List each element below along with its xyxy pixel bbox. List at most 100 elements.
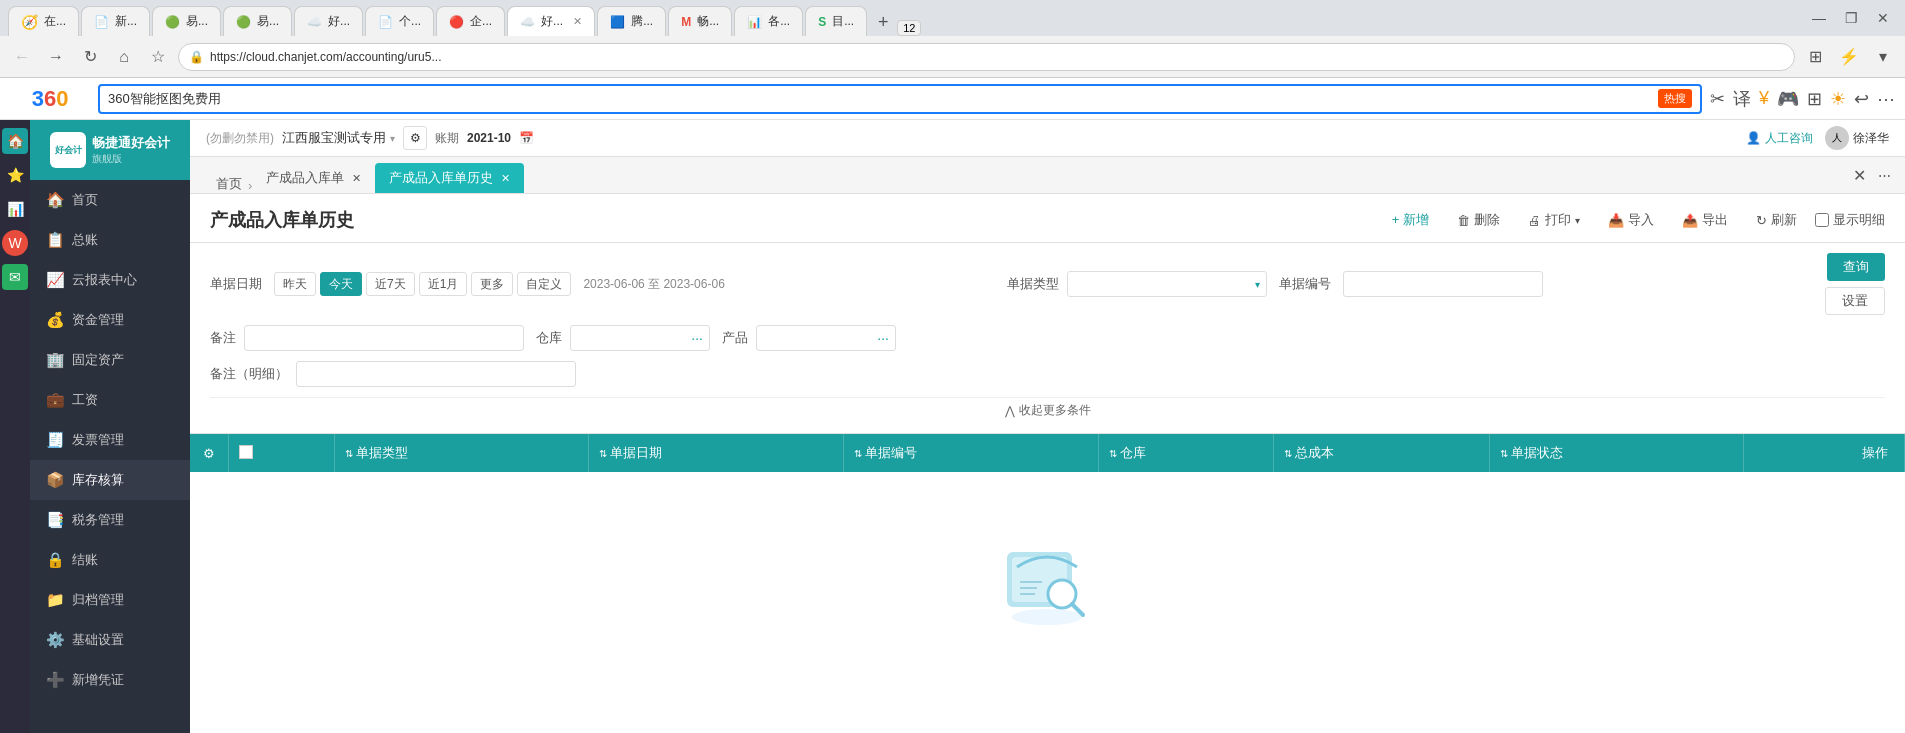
date-last-month-btn[interactable]: 近1月 [419,272,468,296]
remark-detail-filter-input[interactable] [296,361,576,387]
export-button[interactable]: 📤 导出 [1672,206,1738,234]
account-info: (勿删勿禁用) 江西服宝测试专用 ▾ ⚙ 账期 2021-10 📅 [206,126,534,150]
lightning-icon[interactable]: ⚡ [1835,43,1863,71]
game-icon[interactable]: 🎮 [1777,88,1799,110]
sidebar-icon-star[interactable]: ⭐ [2,162,28,188]
query-button[interactable]: 查询 [1827,253,1885,281]
page-tab-list[interactable]: 产成品入库单 ✕ [252,163,375,193]
browser-tab-11[interactable]: 📊 各... [734,6,803,36]
sun-icon[interactable]: ☀ [1830,88,1846,110]
breadcrumb-home[interactable]: 首页 [210,175,248,193]
date-yesterday-btn[interactable]: 昨天 [274,272,316,296]
table-header-date[interactable]: ⇅ 单据日期 [589,434,844,472]
page-tab-history-close[interactable]: ✕ [501,172,510,185]
yen-icon[interactable]: ¥ [1759,88,1769,109]
browser-tab-3[interactable]: 🟢 易... [152,6,221,36]
app-body: 🏠 ⭐ 📊 W ✉ 好会计 畅捷通好会计 旗舰版 🏠 首页 📋 [0,120,1905,733]
date-more-btn[interactable]: 更多 [471,272,513,296]
page-tab-list-close[interactable]: ✕ [352,172,361,185]
sidebar-icon-chart[interactable]: 📊 [2,196,28,222]
company-selector[interactable]: 江西服宝测试专用 ▾ [282,129,395,147]
collapse-button[interactable]: ⋀ 收起更多条件 [210,397,1885,423]
minimize-button[interactable]: — [1805,4,1833,32]
back-button[interactable]: ← [8,43,36,71]
nav-item-payroll[interactable]: 💼 工资 [30,380,190,420]
translate-icon[interactable]: 译 [1733,87,1751,111]
browser-tab-12[interactable]: S 目... [805,6,867,36]
browser-tab-7[interactable]: 🔴 企... [436,6,505,36]
nav-item-cloud-report[interactable]: 📈 云报表中心 [30,260,190,300]
panel-more-icon[interactable]: ⋯ [1874,168,1895,183]
nav-item-fund[interactable]: 💰 资金管理 [30,300,190,340]
sidebar-icon-weibo[interactable]: W [2,230,28,256]
date-last7-btn[interactable]: 近7天 [366,272,415,296]
grid-icon[interactable]: ⊞ [1801,43,1829,71]
browser-tab-4[interactable]: 🟢 易... [223,6,292,36]
sidebar-icon-mail[interactable]: ✉ [2,264,28,290]
remark-filter-input[interactable] [244,325,524,351]
nav-item-archive[interactable]: 📁 归档管理 [30,580,190,620]
address-bar[interactable]: 🔒 https://cloud.chanjet.com/accounting/u… [178,43,1795,71]
browser-tab-2[interactable]: 📄 新... [81,6,150,36]
close-button[interactable]: ✕ [1869,4,1897,32]
forward-button[interactable]: → [42,43,70,71]
scissors-icon[interactable]: ✂ [1710,88,1725,110]
import-button[interactable]: 📥 导入 [1598,206,1664,234]
tab-close-8[interactable]: ✕ [573,15,582,28]
nav-item-tax[interactable]: 📑 税务管理 [30,500,190,540]
product-select[interactable]: ··· [756,325,896,351]
browser-tab-8[interactable]: ☁️ 好... ✕ [507,6,595,36]
grid-view-icon[interactable]: ⊞ [1807,88,1822,110]
app-nav-header[interactable]: 好会计 畅捷通好会计 旗舰版 [30,120,190,180]
new-tab-button[interactable]: + [869,8,897,36]
refresh-button[interactable]: ↻ 刷新 [1746,206,1807,234]
nav-item-fixed-assets[interactable]: 🏢 固定资产 [30,340,190,380]
type-select-wrap[interactable]: ▾ [1067,271,1267,297]
nav-item-close[interactable]: 🔒 结账 [30,540,190,580]
add-button[interactable]: + 新增 [1382,206,1439,234]
table-header-total-cost[interactable]: ⇅ 总成本 [1274,434,1489,472]
print-dropdown-arrow[interactable]: ▾ [1575,215,1580,226]
nav-item-new-voucher[interactable]: ➕ 新增凭证 [30,660,190,700]
show-name-checkbox[interactable]: 显示明细 [1815,211,1885,229]
warehouse-select[interactable]: ··· [570,325,710,351]
nav-item-settings[interactable]: ⚙️ 基础设置 [30,620,190,660]
nav-item-ledger[interactable]: 📋 总账 [30,220,190,260]
table-header-number[interactable]: ⇅ 单据编号 [843,434,1098,472]
date-today-btn[interactable]: 今天 [320,272,362,296]
customer-service-button[interactable]: 👤 人工咨询 [1746,130,1813,147]
delete-button[interactable]: 🗑 删除 [1447,206,1510,234]
table-header-checkbox[interactable] [228,434,334,472]
more-settings-icon[interactable]: ⋯ [1877,88,1895,110]
dropdown-arrow[interactable]: ▾ [1869,43,1897,71]
company-settings-icon[interactable]: ⚙ [403,126,427,150]
browser-tab-1[interactable]: 🧭 在... [8,6,79,36]
page-tab-history[interactable]: 产成品入库单历史 ✕ [375,163,524,193]
print-button[interactable]: 🖨 打印 ▾ [1518,206,1590,234]
table-header-gear[interactable]: ⚙ [190,434,228,472]
bookmark-button[interactable]: ☆ [144,43,172,71]
date-custom-btn[interactable]: 自定义 [517,272,571,296]
sidebar-icon-home[interactable]: 🏠 [2,128,28,154]
number-filter-input[interactable] [1343,271,1543,297]
period-calendar-icon[interactable]: 📅 [519,131,534,145]
select-all-checkbox[interactable] [239,445,253,459]
browser-tab-10[interactable]: M 畅... [668,6,732,36]
refresh-nav-button[interactable]: ↻ [76,43,104,71]
maximize-button[interactable]: ❐ [1837,4,1865,32]
settings-filter-button[interactable]: 设置 [1825,287,1885,315]
table-header-type[interactable]: ⇅ 单据类型 [334,434,589,472]
browser-tab-6[interactable]: 📄 个... [365,6,434,36]
home-nav-button[interactable]: ⌂ [110,43,138,71]
browser-tab-5[interactable]: ☁️ 好... [294,6,363,36]
table-header-warehouse[interactable]: ⇅ 仓库 [1098,434,1274,472]
nav-item-invoice[interactable]: 🧾 发票管理 [30,420,190,460]
table-header-status[interactable]: ⇅ 单据状态 [1489,434,1744,472]
browser-tab-9[interactable]: 🟦 腾... [597,6,666,36]
nav-item-home[interactable]: 🏠 首页 [30,180,190,220]
nav-item-inventory[interactable]: 📦 库存核算 [30,460,190,500]
show-name-input[interactable] [1815,213,1829,227]
undo-icon[interactable]: ↩ [1854,88,1869,110]
search-input-text[interactable]: 360智能抠图免费用 [108,90,1650,108]
close-panel-button[interactable]: ✕ [1845,166,1874,185]
